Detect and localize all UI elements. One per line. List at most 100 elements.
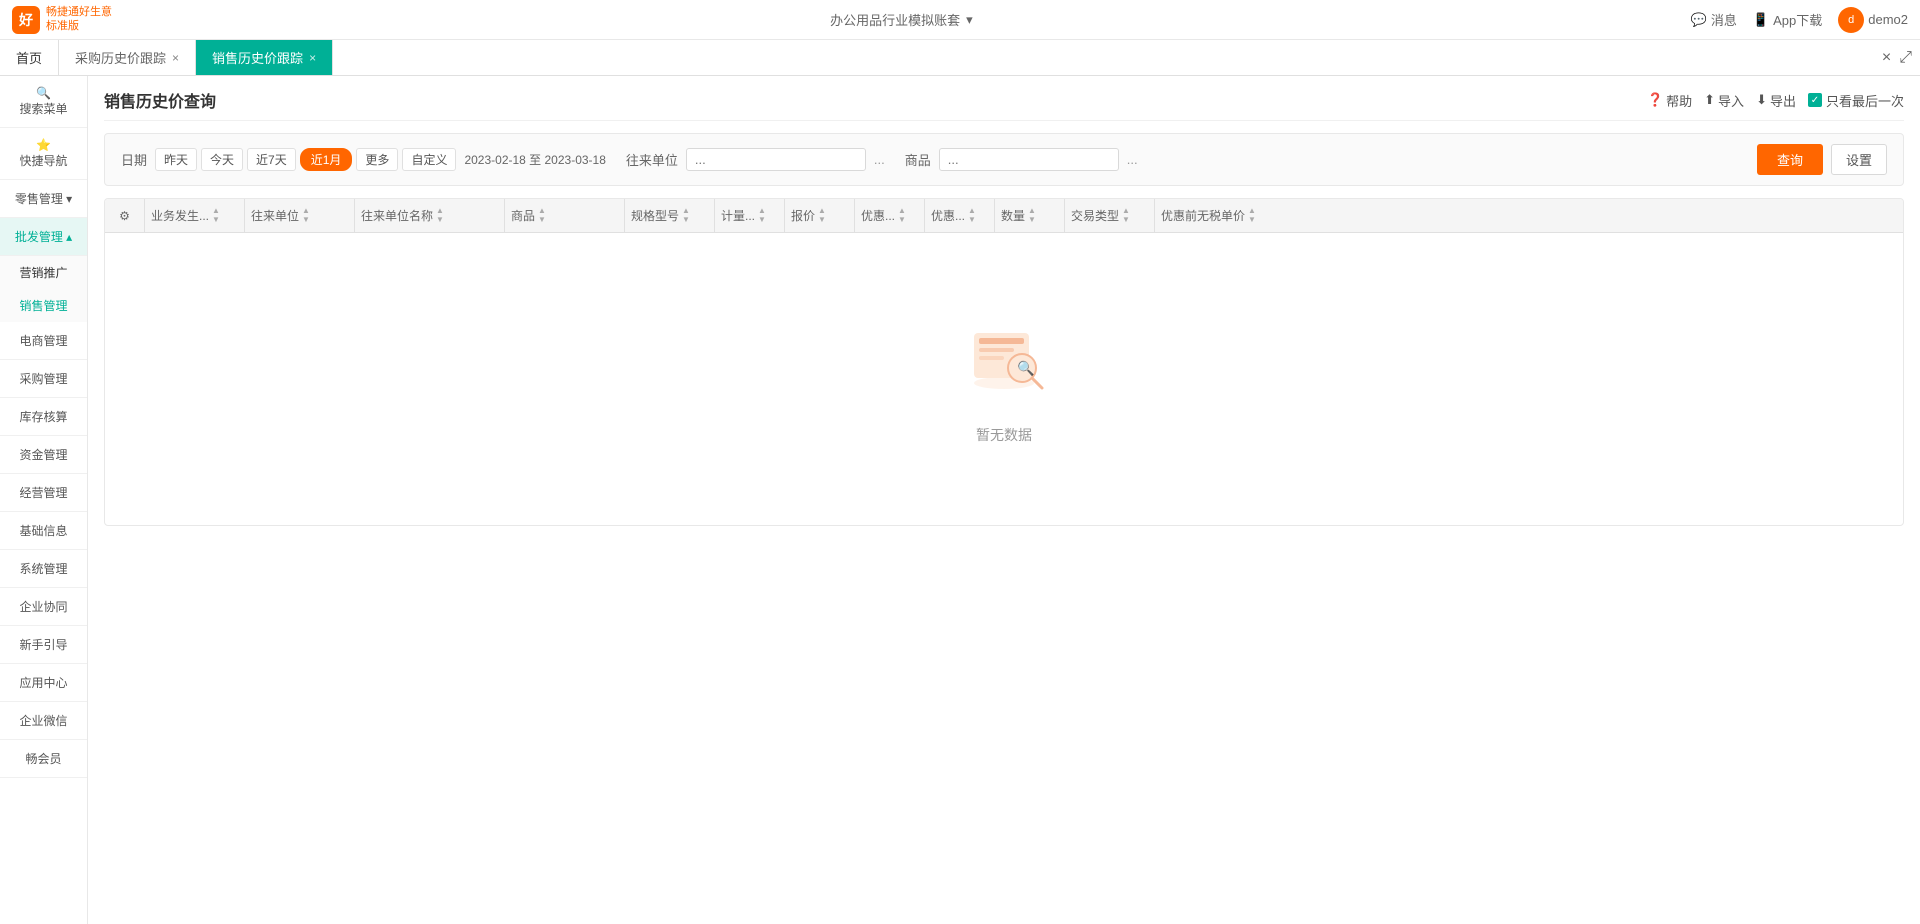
tab-purchase-history[interactable]: 采购历史价跟踪 × (59, 40, 196, 75)
avatar: d (1838, 7, 1864, 33)
date-btn-more[interactable]: 更多 (356, 148, 398, 171)
sidebar-item-system[interactable]: 系统管理 (0, 550, 87, 588)
sidebar-item-ecommerce[interactable]: 电商管理 (0, 322, 87, 360)
topbar-left: 好 畅捷通好生意 标准版 (12, 6, 112, 34)
th-spec-sort[interactable]: ▲ ▼ (682, 207, 690, 224)
th-trade-label: 交易类型 (1071, 207, 1119, 224)
app-download-nav[interactable]: 📱 App下载 (1753, 10, 1822, 29)
th-price[interactable]: 报价 ▲ ▼ (785, 199, 855, 232)
sidebar-system-label: 系统管理 (4, 560, 83, 577)
tab-actions: × ⤢ (1874, 40, 1920, 75)
sidebar-item-retail[interactable]: 零售管理 ▾ (0, 180, 87, 218)
th-partner-name-sort[interactable]: ▲ ▼ (436, 207, 444, 224)
sidebar-item-marketing[interactable]: 营销推广 (0, 256, 87, 289)
partner-filter-group: 往来单位 ... (626, 148, 885, 171)
th-trade[interactable]: 交易类型 ▲ ▼ (1065, 199, 1155, 232)
th-unit-sort[interactable]: ▲ ▼ (758, 207, 766, 224)
only-latest-checkbox[interactable]: 只看最后一次 (1808, 91, 1904, 110)
tab-sales-history-label: 销售历史价跟踪 (212, 48, 303, 67)
sidebar-finance-label: 资金管理 (4, 446, 83, 463)
sidebar-member-label: 畅会员 (4, 750, 83, 767)
sidebar-inventory-label: 库存核算 (4, 408, 83, 425)
th-qty[interactable]: 数量 ▲ ▼ (995, 199, 1065, 232)
sidebar-item-management[interactable]: 经营管理 (0, 474, 87, 512)
tab-purchase-history-close[interactable]: × (172, 51, 179, 65)
th-disc1[interactable]: 优惠... ▲ ▼ (855, 199, 925, 232)
th-qty-sort[interactable]: ▲ ▼ (1028, 207, 1036, 224)
message-nav[interactable]: 💬 消息 (1691, 10, 1737, 29)
help-label: 帮助 (1666, 91, 1692, 110)
import-button[interactable]: ⬆ 导入 (1704, 91, 1744, 110)
export-label: 导出 (1770, 91, 1796, 110)
th-partner-code[interactable]: 往来单位 ▲ ▼ (245, 199, 355, 232)
th-partner-code-sort[interactable]: ▲ ▼ (302, 207, 310, 224)
product-dots[interactable]: ... (1127, 152, 1138, 167)
sidebar-enterprise-wechat-label: 企业微信 (4, 712, 83, 729)
date-btn-custom[interactable]: 自定义 (402, 148, 456, 171)
sidebar-item-app-center[interactable]: 应用中心 (0, 664, 87, 702)
partner-input[interactable] (686, 148, 866, 171)
tab-home[interactable]: 首页 (0, 40, 59, 75)
sidebar-retail-label: 零售管理 ▾ (15, 190, 72, 207)
topbar-center[interactable]: 办公用品行业模拟账套 ▾ (830, 10, 973, 29)
sidebar-marketing-label: 营销推广 (4, 264, 83, 281)
app-selector-label: 办公用品行业模拟账套 (830, 10, 960, 29)
sidebar-item-enterprise-wechat[interactable]: 企业微信 (0, 702, 87, 740)
sidebar-item-enterprise-collab[interactable]: 企业协同 (0, 588, 87, 626)
settings-icon: ⚙ (119, 209, 130, 223)
logo-icon: 好 (12, 6, 40, 34)
tab-sales-history[interactable]: 销售历史价跟踪 × (196, 40, 333, 75)
checkbox-icon (1808, 93, 1822, 107)
th-partner-name[interactable]: 往来单位名称 ▲ ▼ (355, 199, 505, 232)
sidebar-item-basic-info[interactable]: 基础信息 (0, 512, 87, 550)
date-btn-yesterday[interactable]: 昨天 (155, 148, 197, 171)
user-nav[interactable]: d demo2 (1838, 7, 1908, 33)
app-selector-arrow[interactable]: ▾ (966, 12, 973, 28)
th-notax-price-sort[interactable]: ▲ ▼ (1248, 207, 1256, 224)
sidebar-item-search[interactable]: 🔍 搜索菜单 (0, 76, 87, 128)
help-icon: ❓ (1647, 92, 1663, 108)
th-product-sort[interactable]: ▲ ▼ (538, 207, 546, 224)
th-spec-label: 规格型号 (631, 207, 679, 224)
sidebar-item-purchase[interactable]: 采购管理 (0, 360, 87, 398)
sidebar-item-sales[interactable]: 销售管理 (0, 289, 87, 322)
query-button[interactable]: 查询 (1757, 144, 1823, 175)
topbar: 好 畅捷通好生意 标准版 办公用品行业模拟账套 ▾ 💬 消息 📱 App下载 d… (0, 0, 1920, 40)
tab-sales-history-close[interactable]: × (309, 51, 316, 65)
partner-dots[interactable]: ... (874, 152, 885, 167)
th-date-sort[interactable]: ▲ ▼ (212, 207, 220, 224)
setting-button[interactable]: 设置 (1831, 144, 1887, 175)
sidebar-item-member[interactable]: 畅会员 (0, 740, 87, 778)
tab-close-all-button[interactable]: × (1882, 49, 1891, 67)
empty-state: 🔍 暂无数据 (105, 233, 1903, 525)
sidebar-item-finance[interactable]: 资金管理 (0, 436, 87, 474)
product-input[interactable] (939, 148, 1119, 171)
th-qty-label: 数量 (1001, 207, 1025, 224)
help-button[interactable]: ❓ 帮助 (1647, 91, 1692, 110)
th-disc1-sort[interactable]: ▲ ▼ (898, 207, 906, 224)
sidebar-item-quick-nav[interactable]: ⭐ 快捷导航 (0, 128, 87, 180)
th-unit[interactable]: 计量... ▲ ▼ (715, 199, 785, 232)
sidebar-item-inventory[interactable]: 库存核算 (0, 398, 87, 436)
th-notax-price[interactable]: 优惠前无税单价 ▲ ▼ (1155, 199, 1903, 232)
data-table: ⚙ 业务发生... ▲ ▼ 往来单位 ▲ ▼ (104, 198, 1904, 526)
date-filter-group: 日期 昨天 今天 近7天 近1月 更多 自定义 2023-02-18 至 202… (121, 148, 606, 171)
tab-fullscreen-button[interactable]: ⤢ (1899, 49, 1912, 67)
date-btn-7days[interactable]: 近7天 (247, 148, 296, 171)
sidebar-item-guide[interactable]: 新手引导 (0, 626, 87, 664)
import-label: 导入 (1718, 91, 1744, 110)
th-product[interactable]: 商品 ▲ ▼ (505, 199, 625, 232)
th-price-sort[interactable]: ▲ ▼ (818, 207, 826, 224)
sidebar-item-wholesale[interactable]: 批发管理 ▴ (0, 218, 87, 256)
th-disc1-label: 优惠... (861, 207, 895, 224)
th-disc2[interactable]: 优惠... ▲ ▼ (925, 199, 995, 232)
date-btn-today[interactable]: 今天 (201, 148, 243, 171)
date-btn-1month[interactable]: 近1月 (300, 148, 353, 171)
th-trade-sort[interactable]: ▲ ▼ (1122, 207, 1130, 224)
th-disc2-sort[interactable]: ▲ ▼ (968, 207, 976, 224)
export-button[interactable]: ⬇ 导出 (1756, 91, 1796, 110)
topbar-right: 💬 消息 📱 App下载 d demo2 (1691, 7, 1908, 33)
th-spec[interactable]: 规格型号 ▲ ▼ (625, 199, 715, 232)
th-date[interactable]: 业务发生... ▲ ▼ (145, 199, 245, 232)
th-settings[interactable]: ⚙ (105, 199, 145, 232)
